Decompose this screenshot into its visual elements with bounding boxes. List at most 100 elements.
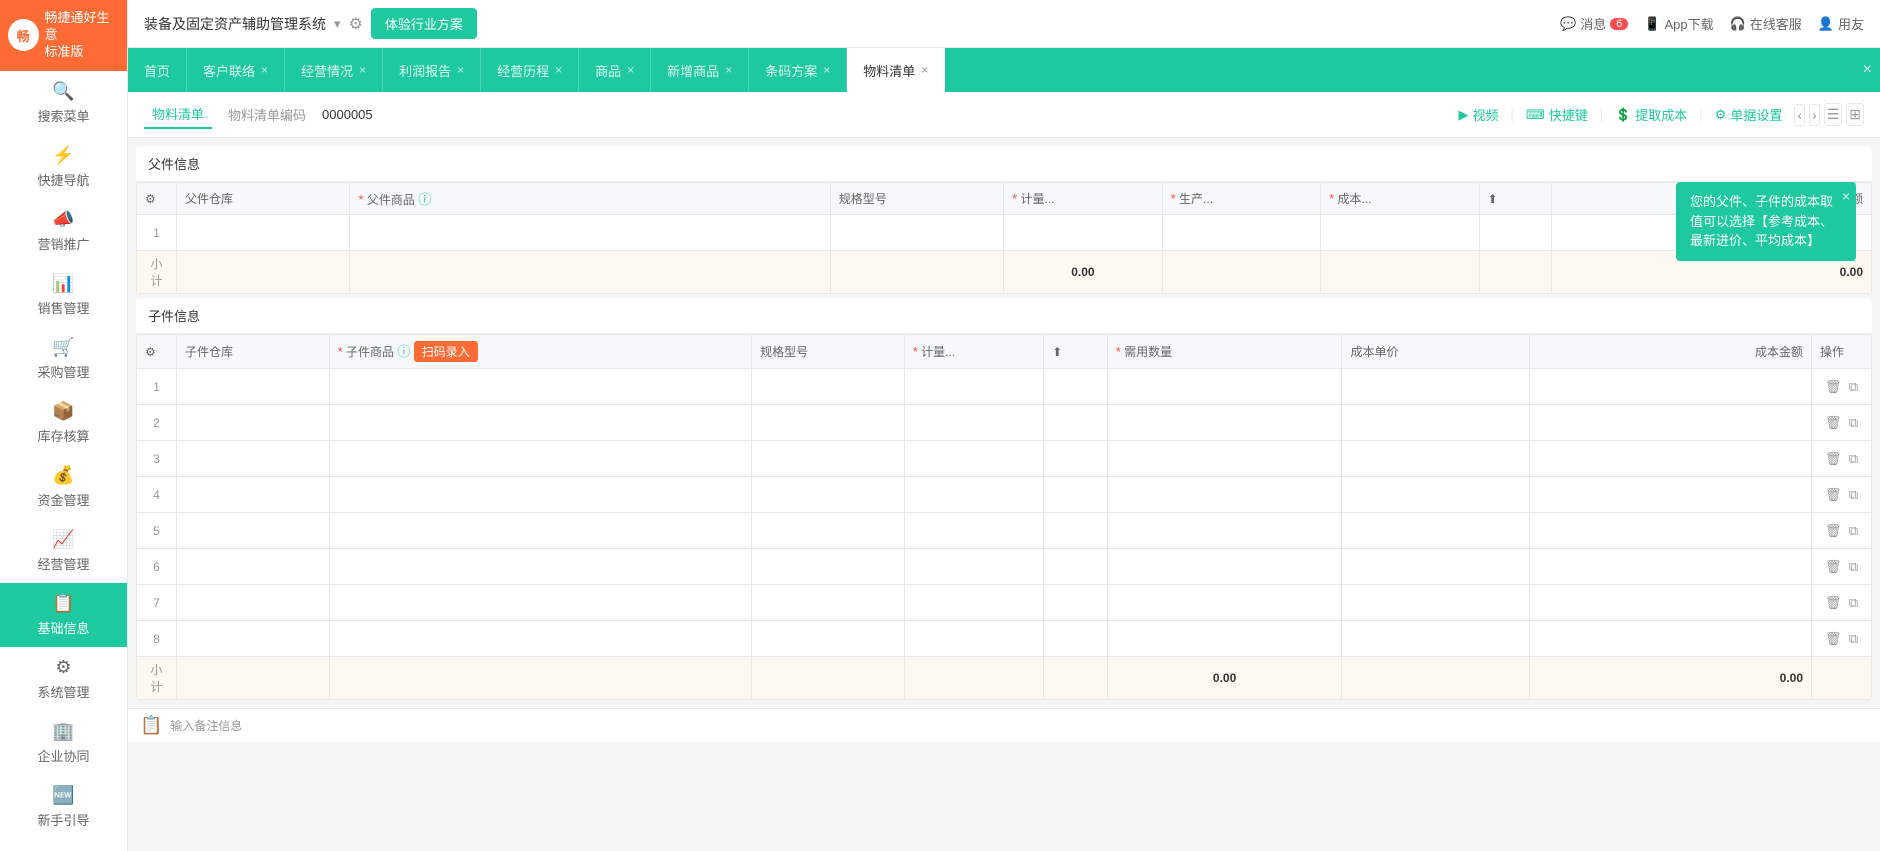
- message-button[interactable]: 💬 消息 6: [1560, 14, 1628, 33]
- child-col-settings[interactable]: ⚙: [137, 335, 177, 369]
- child-spec-cell[interactable]: [752, 441, 905, 477]
- delete-icon[interactable]: 🗑: [1825, 451, 1842, 466]
- child-product-cell[interactable]: [329, 549, 752, 585]
- nav-tab-close-icon[interactable]: ×: [627, 63, 634, 77]
- online-service-button[interactable]: 🎧 在线客服: [1730, 14, 1802, 33]
- page-tab-bom[interactable]: 物料清单: [144, 100, 212, 129]
- child-cost-amount-cell[interactable]: [1530, 549, 1812, 585]
- prev-arrow[interactable]: ‹: [1794, 104, 1805, 126]
- child-unit-cell[interactable]: [904, 549, 1043, 585]
- copy-icon[interactable]: ⧉: [1849, 631, 1858, 646]
- nav-tab-close-icon[interactable]: ×: [457, 63, 464, 77]
- nav-tab-profit[interactable]: 利润报告 ×: [383, 48, 481, 92]
- child-cost-amount-cell[interactable]: [1530, 441, 1812, 477]
- parent-production-cell[interactable]: [1162, 215, 1320, 251]
- child-product-cell[interactable]: [329, 585, 752, 621]
- child-unit-cell[interactable]: [904, 477, 1043, 513]
- copy-icon[interactable]: ⧉: [1849, 523, 1858, 538]
- nav-tab-close-icon[interactable]: ×: [359, 63, 366, 77]
- delete-icon[interactable]: 🗑: [1825, 559, 1842, 574]
- child-qty-cell[interactable]: [1107, 621, 1342, 657]
- sidebar-item-search[interactable]: 🔍 搜索菜单: [0, 71, 127, 135]
- child-warehouse-cell[interactable]: [177, 441, 330, 477]
- sidebar-item-enterprise[interactable]: 🏢 企业协同: [0, 711, 127, 775]
- child-warehouse-cell[interactable]: [177, 513, 330, 549]
- view-action[interactable]: ▶ 视频: [1459, 105, 1499, 124]
- child-cost-amount-cell[interactable]: [1530, 477, 1812, 513]
- child-spec-cell[interactable]: [752, 549, 905, 585]
- delete-icon[interactable]: 🗑: [1825, 379, 1842, 394]
- child-qty-cell[interactable]: [1107, 585, 1342, 621]
- child-cost-amount-cell[interactable]: [1530, 621, 1812, 657]
- child-qty-cell[interactable]: [1107, 369, 1342, 405]
- sidebar-item-guide[interactable]: 🆕 新手引导: [0, 775, 127, 839]
- parent-cost-cell[interactable]: [1321, 215, 1479, 251]
- child-product-cell[interactable]: [329, 405, 752, 441]
- child-unit-price-cell[interactable]: [1342, 477, 1530, 513]
- nav-tab-barcode[interactable]: 条码方案 ×: [749, 48, 847, 92]
- tooltip-close-button[interactable]: ×: [1842, 186, 1850, 207]
- child-cost-amount-cell[interactable]: [1530, 585, 1812, 621]
- child-unit-cell[interactable]: [904, 585, 1043, 621]
- child-cost-amount-cell[interactable]: [1530, 405, 1812, 441]
- child-unit-price-cell[interactable]: [1342, 585, 1530, 621]
- delete-icon[interactable]: 🗑: [1825, 415, 1842, 430]
- settings-icon[interactable]: ⚙: [349, 14, 363, 34]
- parent-warehouse-cell[interactable]: [177, 215, 350, 251]
- scan-button[interactable]: 扫码录入: [414, 341, 478, 362]
- sidebar-item-sales[interactable]: 📊 销售管理: [0, 263, 127, 327]
- child-unit-cell[interactable]: [904, 621, 1043, 657]
- user-menu[interactable]: 👤 用友: [1818, 14, 1864, 33]
- child-qty-cell[interactable]: [1107, 477, 1342, 513]
- parent-spec-cell[interactable]: [830, 215, 1003, 251]
- sidebar-item-operation[interactable]: 📈 经营管理: [0, 519, 127, 583]
- single-settings-action[interactable]: ⚙ 单据设置: [1715, 105, 1783, 124]
- nav-tab-operation-status[interactable]: 经营情况 ×: [285, 48, 383, 92]
- child-product-cell[interactable]: [329, 477, 752, 513]
- nav-tab-bom[interactable]: 物料清单 ×: [847, 48, 945, 92]
- app-download-button[interactable]: 📱 App下载: [1644, 14, 1713, 33]
- child-spec-cell[interactable]: [752, 621, 905, 657]
- child-cost-amount-cell[interactable]: [1530, 513, 1812, 549]
- child-product-cell[interactable]: [329, 513, 752, 549]
- child-unit-price-cell[interactable]: [1342, 369, 1530, 405]
- child-qty-cell[interactable]: [1107, 549, 1342, 585]
- child-unit-price-cell[interactable]: [1342, 621, 1530, 657]
- delete-icon[interactable]: 🗑: [1825, 487, 1842, 502]
- copy-icon[interactable]: ⧉: [1849, 595, 1858, 610]
- child-qty-cell[interactable]: [1107, 441, 1342, 477]
- child-unit-price-cell[interactable]: [1342, 441, 1530, 477]
- parent-product-cell[interactable]: [350, 215, 830, 251]
- child-unit-price-cell[interactable]: [1342, 549, 1530, 585]
- shortcut-action[interactable]: ⌨ 快捷键: [1526, 105, 1588, 124]
- child-warehouse-cell[interactable]: [177, 621, 330, 657]
- child-qty-cell[interactable]: [1107, 513, 1342, 549]
- copy-icon[interactable]: ⧉: [1849, 487, 1858, 502]
- sidebar-item-quick-nav[interactable]: ⚡ 快捷导航: [0, 135, 127, 199]
- child-spec-cell[interactable]: [752, 405, 905, 441]
- delete-icon[interactable]: 🗑: [1825, 631, 1842, 646]
- nav-tab-close-icon[interactable]: ×: [823, 63, 830, 77]
- sidebar-item-marketing[interactable]: 📣 营销推广: [0, 199, 127, 263]
- grid-icon[interactable]: ⊞: [1846, 103, 1864, 126]
- child-unit-price-cell[interactable]: [1342, 513, 1530, 549]
- nav-tab-home[interactable]: 首页: [128, 48, 187, 92]
- copy-icon[interactable]: ⧉: [1849, 379, 1858, 394]
- parent-unit-cell[interactable]: [1004, 215, 1162, 251]
- child-warehouse-cell[interactable]: [177, 585, 330, 621]
- nav-tab-new-product[interactable]: 新增商品 ×: [651, 48, 749, 92]
- nav-tab-close-icon[interactable]: ×: [261, 63, 268, 77]
- child-unit-cell[interactable]: [904, 513, 1043, 549]
- child-qty-cell[interactable]: [1107, 405, 1342, 441]
- child-product-cell[interactable]: [329, 441, 752, 477]
- child-warehouse-cell[interactable]: [177, 369, 330, 405]
- child-unit-cell[interactable]: [904, 441, 1043, 477]
- parent-col-settings[interactable]: ⚙: [137, 183, 177, 215]
- child-product-cell[interactable]: [329, 621, 752, 657]
- sidebar-item-finance[interactable]: 💰 资金管理: [0, 455, 127, 519]
- child-unit-price-cell[interactable]: [1342, 405, 1530, 441]
- sidebar-item-basic[interactable]: 📋 基础信息: [0, 583, 127, 647]
- nav-tab-history[interactable]: 经营历程 ×: [481, 48, 579, 92]
- copy-icon[interactable]: ⧉: [1849, 451, 1858, 466]
- sidebar-item-purchase[interactable]: 🛒 采购管理: [0, 327, 127, 391]
